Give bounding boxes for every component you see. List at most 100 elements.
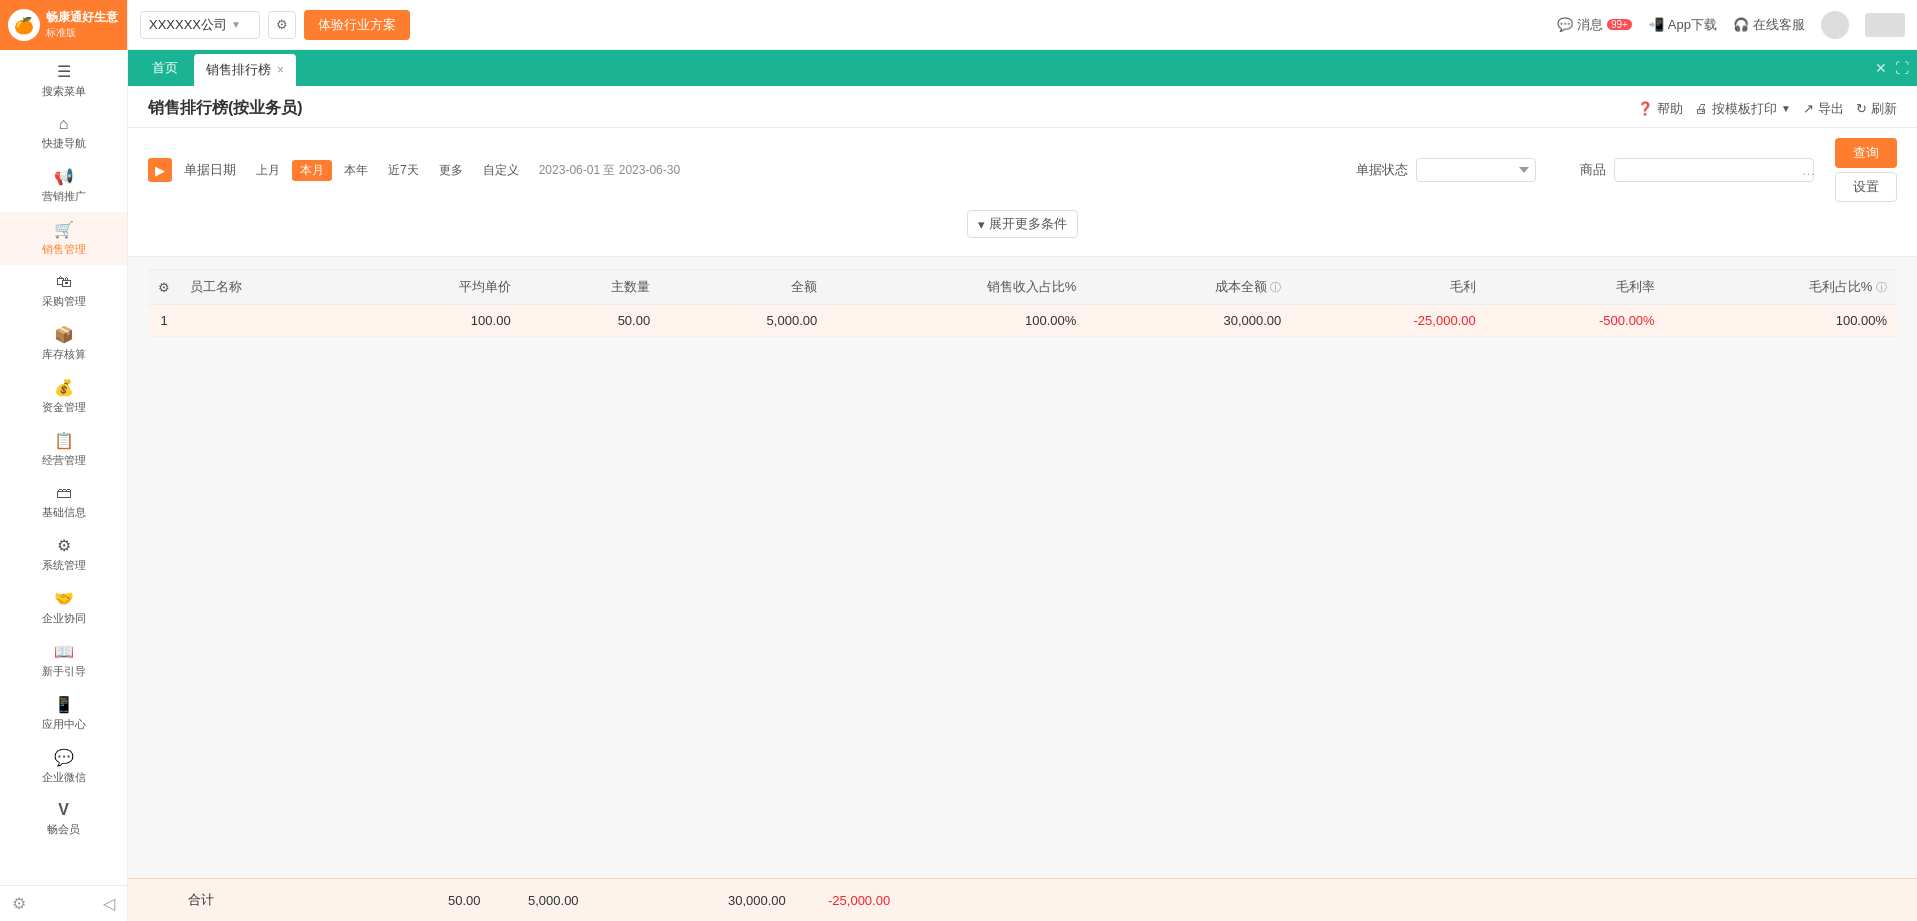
trial-button[interactable]: 体验行业方案 xyxy=(304,10,410,40)
sidebar-item-finance[interactable]: 💰 资金管理 xyxy=(0,370,127,423)
th-cost-info-icon[interactable]: ⓘ xyxy=(1270,281,1281,293)
tab-close-window-icon[interactable]: ✕ xyxy=(1875,60,1887,76)
sidebar-item-cooperation[interactable]: 🤝 企业协同 xyxy=(0,581,127,634)
status-label: 单据状态 xyxy=(1356,161,1408,179)
date-tabs: 上月 本月 本年 近7天 更多 自定义 xyxy=(248,160,527,181)
tab-home[interactable]: 首页 xyxy=(136,50,194,86)
filter-area: ▶ 单据日期 上月 本月 本年 近7天 更多 自定义 2023-06-01 至 … xyxy=(128,128,1917,257)
message-icon: 💬 xyxy=(1557,17,1573,32)
user-avatar[interactable] xyxy=(1821,11,1849,39)
topbar-settings-button[interactable]: ⚙ xyxy=(268,11,296,39)
date-tab-more[interactable]: 更多 xyxy=(431,160,471,181)
help-button[interactable]: ❓ 帮助 xyxy=(1637,100,1683,118)
sidebar-item-purchase[interactable]: 🛍 采购管理 xyxy=(0,265,127,317)
export-icon: ↗ xyxy=(1803,101,1814,116)
app-download-icon: 📲 xyxy=(1648,17,1664,32)
sales-icon: 🛒 xyxy=(54,220,74,239)
date-tab-custom[interactable]: 自定义 xyxy=(475,160,527,181)
company-name: XXXXXX公司 xyxy=(149,16,227,34)
help-icon: ❓ xyxy=(1637,101,1653,116)
tab-sales-ranking[interactable]: 销售排行榜 × xyxy=(194,54,296,86)
page-title-row: 销售排行榜(按业务员) ❓ 帮助 🖨 按模板打印 ▼ ↗ 导出 xyxy=(148,98,1897,127)
topbar-right: 💬 消息 99+ 📲 App下载 🎧 在线客服 xyxy=(1557,11,1905,39)
table-footer: 合计 50.00 5,000.00 30,000.00 -25,000.00 xyxy=(128,878,1917,921)
td-rank: 1 xyxy=(148,305,180,337)
tab-active-label: 销售排行榜 xyxy=(206,61,271,79)
basic-icon: 🗃 xyxy=(56,484,72,502)
collapse-sidebar-icon[interactable]: ◁ xyxy=(103,894,115,913)
tab-close-icon[interactable]: × xyxy=(277,63,284,77)
td-amount: 5,000.00 xyxy=(660,305,827,337)
online-service-icon: 🎧 xyxy=(1733,17,1749,32)
table-header-row: ⚙ 员工名称 平均单价 主数量 全额 xyxy=(148,270,1897,305)
td-qty: 50.00 xyxy=(521,305,661,337)
template-print-button[interactable]: 🖨 按模板打印 ▼ xyxy=(1695,100,1791,118)
export-button[interactable]: ↗ 导出 xyxy=(1803,100,1844,118)
th-settings[interactable]: ⚙ xyxy=(148,270,180,305)
sidebar-item-system[interactable]: ⚙ 系统管理 xyxy=(0,528,127,581)
sidebar-item-operations[interactable]: 📋 经营管理 xyxy=(0,423,127,476)
sidebar-item-newbie[interactable]: 📖 新手引导 xyxy=(0,634,127,687)
td-name xyxy=(180,305,350,337)
app-download-label: App下载 xyxy=(1668,16,1717,34)
online-service-button[interactable]: 🎧 在线客服 xyxy=(1733,16,1805,34)
sidebar: 🍊 畅康通好生意 标准版 ☰ 搜索菜单 ⌂ 快捷导航 📢 营销推广 🛒 销售管理… xyxy=(0,0,128,921)
expand-more-conditions-button[interactable]: ▾ 展开更多条件 xyxy=(967,210,1078,238)
main-content: XXXXXX公司 ▼ ⚙ 体验行业方案 💬 消息 99+ 📲 App下载 🎧 在… xyxy=(128,0,1917,921)
company-selector[interactable]: XXXXXX公司 ▼ xyxy=(140,11,260,39)
sidebar-item-inventory[interactable]: 📦 库存核算 xyxy=(0,317,127,370)
message-badge: 99+ xyxy=(1607,19,1632,30)
query-button[interactable]: 查询 xyxy=(1835,138,1897,168)
data-table: ⚙ 员工名称 平均单价 主数量 全额 xyxy=(148,269,1897,337)
filter-more-row: ▾ 展开更多条件 xyxy=(148,202,1897,246)
td-sales-ratio: 100.00% xyxy=(827,305,1086,337)
sidebar-item-weixin[interactable]: 💬 企业微信 xyxy=(0,740,127,793)
footer-profit: -25,000.00 xyxy=(818,889,918,912)
status-filter-group: 单据状态 xyxy=(1356,158,1536,182)
app-download-button[interactable]: 📲 App下载 xyxy=(1648,16,1717,34)
sidebar-item-member[interactable]: V 畅会员 xyxy=(0,793,127,845)
table-row: 1 100.00 50.00 5,000.00 100.00% 30,000.0… xyxy=(148,305,1897,337)
footer-qty: 50.00 xyxy=(438,889,518,912)
filter-row-1: ▶ 单据日期 上月 本月 本年 近7天 更多 自定义 2023-06-01 至 … xyxy=(148,138,1897,202)
sidebar-item-basic[interactable]: 🗃 基础信息 xyxy=(0,476,127,528)
sidebar-item-marketing[interactable]: 📢 营销推广 xyxy=(0,159,127,212)
refresh-icon: ↻ xyxy=(1856,101,1867,116)
sidebar-nav: ☰ 搜索菜单 ⌂ 快捷导航 📢 营销推广 🛒 销售管理 🛍 采购管理 📦 库存核… xyxy=(0,50,127,885)
table-area: ⚙ 员工名称 平均单价 主数量 全额 xyxy=(128,257,1917,878)
refresh-button[interactable]: ↻ 刷新 xyxy=(1856,100,1897,118)
page-content: 销售排行榜(按业务员) ❓ 帮助 🖨 按模板打印 ▼ ↗ 导出 xyxy=(128,86,1917,921)
inventory-icon: 📦 xyxy=(54,325,74,344)
logo-sub: 标准版 xyxy=(46,26,118,40)
date-tab-7days[interactable]: 近7天 xyxy=(380,160,427,181)
operations-icon: 📋 xyxy=(54,431,74,450)
settings-footer-icon[interactable]: ⚙ xyxy=(12,894,26,913)
goods-more-icon[interactable]: … xyxy=(1802,163,1815,178)
th-avg-price: 平均单价 xyxy=(350,270,520,305)
status-select[interactable] xyxy=(1416,158,1536,182)
date-tab-last-month[interactable]: 上月 xyxy=(248,160,288,181)
th-profit-ratio-info-icon[interactable]: ⓘ xyxy=(1876,281,1887,293)
date-tab-this-year[interactable]: 本年 xyxy=(336,160,376,181)
filter-expand-icon[interactable]: ▶ xyxy=(148,158,172,182)
tabbar: 首页 销售排行榜 × ✕ ⛶ xyxy=(128,50,1917,86)
sidebar-item-search[interactable]: ☰ 搜索菜单 xyxy=(0,54,127,107)
message-button[interactable]: 💬 消息 99+ xyxy=(1557,16,1632,34)
purchase-icon: 🛍 xyxy=(56,273,72,291)
company-chevron-icon: ▼ xyxy=(231,19,241,30)
td-profit-rate: -500.00% xyxy=(1486,305,1665,337)
weixin-icon: 💬 xyxy=(54,748,74,767)
sidebar-logo: 🍊 畅康通好生意 标准版 xyxy=(0,0,127,50)
sidebar-item-apps[interactable]: 📱 应用中心 xyxy=(0,687,127,740)
th-employee-name: 员工名称 xyxy=(180,270,350,305)
goods-input[interactable] xyxy=(1614,158,1814,182)
header-actions: ❓ 帮助 🖨 按模板打印 ▼ ↗ 导出 ↻ 刷新 xyxy=(1637,100,1897,118)
tab-maximize-icon[interactable]: ⛶ xyxy=(1895,60,1909,76)
td-cost: 30,000.00 xyxy=(1086,305,1291,337)
setting-button[interactable]: 设置 xyxy=(1835,172,1897,202)
sidebar-item-quicknav[interactable]: ⌂ 快捷导航 xyxy=(0,107,127,159)
system-icon: ⚙ xyxy=(57,536,71,555)
footer-settings xyxy=(148,896,178,904)
date-tab-this-month[interactable]: 本月 xyxy=(292,160,332,181)
sidebar-item-sales[interactable]: 🛒 销售管理 xyxy=(0,212,127,265)
